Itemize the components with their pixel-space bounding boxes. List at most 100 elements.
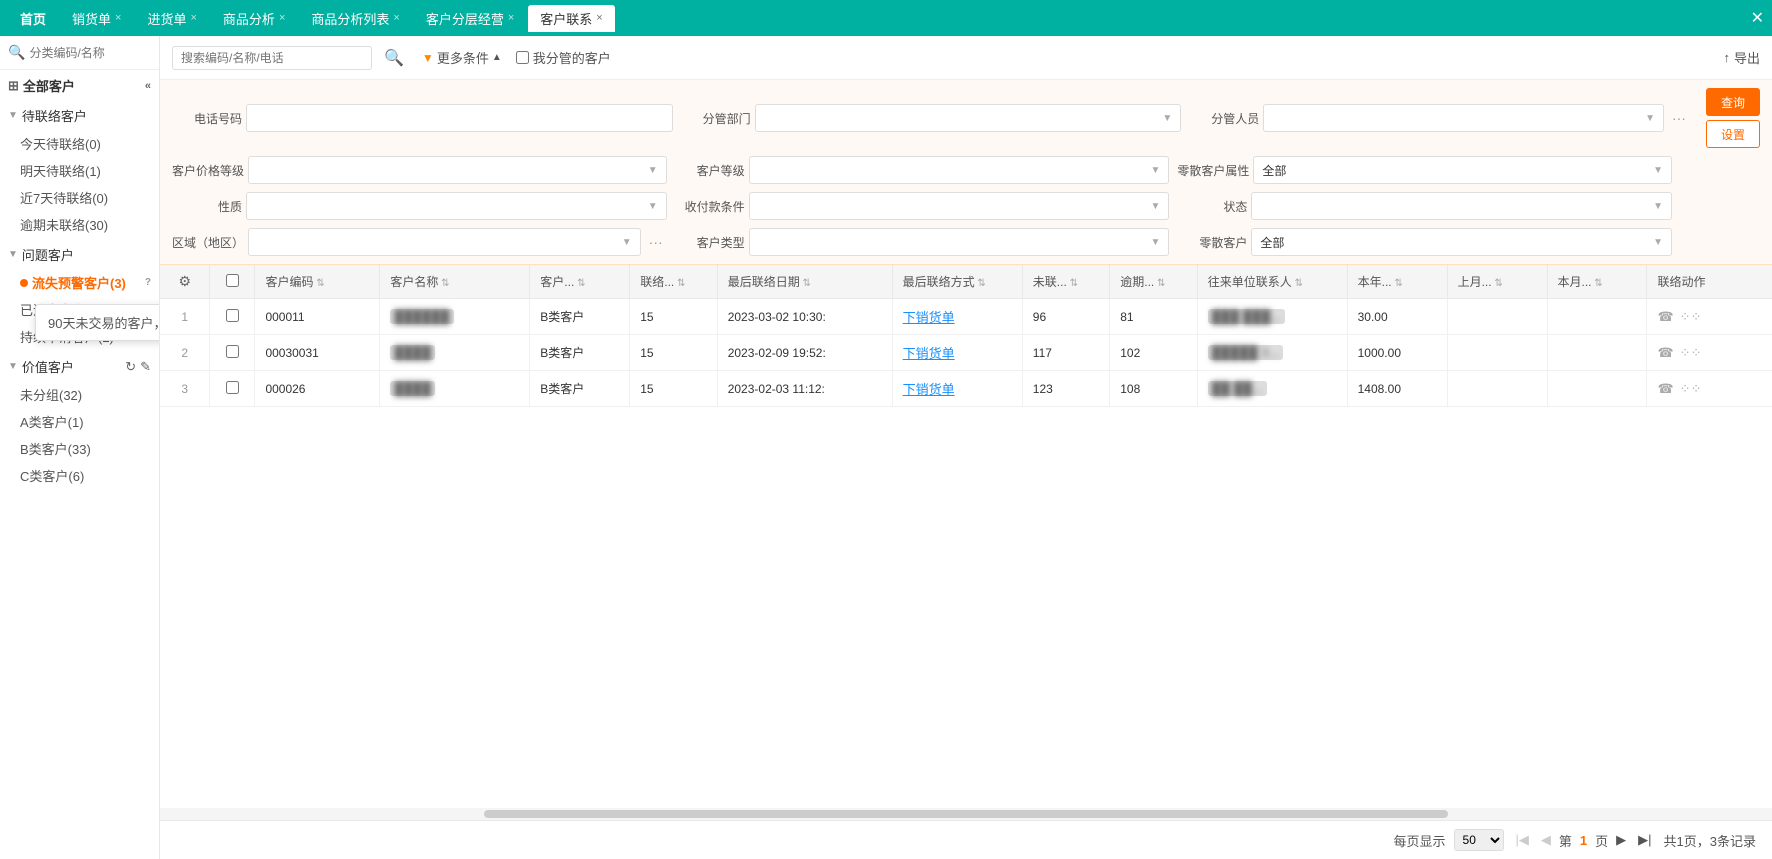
nav-tab-analysis[interactable]: 商品分析 ×	[211, 5, 297, 32]
sidebar-group-value-header[interactable]: ▼ 价值客户 ↻ ✎	[0, 352, 159, 381]
sidebar-item-ungroup[interactable]: 未分组(32)	[0, 381, 159, 408]
status-select[interactable]: ▼	[1251, 192, 1672, 220]
person-select[interactable]: ▼	[1263, 104, 1664, 132]
close-analysis-list-tab[interactable]: ×	[393, 12, 399, 24]
sidebar-item-tomorrow[interactable]: 明天待联络(1)	[0, 157, 159, 184]
last-page-button[interactable]: ▶|	[1634, 830, 1655, 850]
horizontal-scrollbar[interactable]	[160, 808, 1772, 820]
sidebar-search-input[interactable]	[29, 46, 160, 60]
close-purchase-tab[interactable]: ×	[190, 12, 196, 24]
nav-tab-customer-tier[interactable]: 客户分层经营 ×	[414, 5, 526, 32]
nav-tab-customer-contact[interactable]: 客户联系 ×	[528, 5, 614, 32]
action-more-icon-2[interactable]: ⁘⁘	[1680, 381, 1702, 397]
action-more-icon-0[interactable]: ⁘⁘	[1680, 309, 1702, 325]
more-filter-button[interactable]: ▼ 更多条件 ▲	[416, 44, 508, 71]
th-contact[interactable]: 联络...	[630, 265, 717, 299]
row-checkbox-2[interactable]	[226, 381, 239, 394]
th-last-contact-date[interactable]: 最后联络日期	[717, 265, 892, 299]
page-size-select[interactable]: 50 100 200	[1454, 829, 1504, 851]
th-this-month[interactable]: 本月...	[1547, 265, 1647, 299]
question-icon[interactable]: ?	[145, 277, 151, 288]
close-sales-tab[interactable]: ×	[115, 12, 121, 24]
first-page-button[interactable]: |◀	[1512, 830, 1533, 850]
cell-last-contact-way-0[interactable]: 下销货单	[892, 299, 1022, 335]
nav-tab-purchase[interactable]: 进货单 ×	[135, 5, 208, 32]
settings-button[interactable]: 设置	[1706, 120, 1760, 148]
sidebar-group-problem-header[interactable]: ▼ 问题客户	[0, 240, 159, 269]
th-last-month[interactable]: 上月...	[1447, 265, 1547, 299]
sidebar-item-overdue[interactable]: 逾期未联络(30)	[0, 211, 159, 238]
close-customer-tier-tab[interactable]: ×	[508, 12, 514, 24]
refresh-icon[interactable]: ↻	[125, 359, 136, 375]
nav-tab-analysis-list[interactable]: 商品分析列表 ×	[299, 5, 411, 32]
sidebar-item-week[interactable]: 近7天待联络(0)	[0, 184, 159, 211]
th-overdue[interactable]: 逾期...	[1110, 265, 1197, 299]
row-checkbox-1[interactable]	[226, 345, 239, 358]
cell-checkbox-2[interactable]	[210, 371, 255, 407]
action-contact-icon-1[interactable]: ☎	[1657, 345, 1673, 361]
sidebar-item-class-b[interactable]: B类客户(33)	[0, 435, 159, 462]
table-settings-icon[interactable]: ⚙	[178, 273, 191, 289]
action-contact-icon-2[interactable]: ☎	[1657, 381, 1673, 397]
cell-this-month-1	[1547, 335, 1647, 371]
filter-panel: 电话号码 分管部门 ▼ 分管人员 ▼ ···	[160, 80, 1772, 265]
price-level-select[interactable]: ▼	[248, 156, 667, 184]
nav-tab-home[interactable]: 首页	[8, 5, 58, 32]
nature-select[interactable]: ▼	[246, 192, 667, 220]
prev-page-button[interactable]: ◀	[1537, 830, 1555, 850]
retail-customer-select[interactable]: 全部 ▼	[1251, 228, 1672, 256]
person-dots-button[interactable]: ···	[1668, 110, 1690, 126]
select-all-checkbox[interactable]	[226, 274, 239, 287]
region-select[interactable]: ▼	[248, 228, 641, 256]
nav-tab-sales[interactable]: 销货单 ×	[60, 5, 133, 32]
th-this-year[interactable]: 本年...	[1347, 265, 1447, 299]
action-more-icon-1[interactable]: ⁘⁘	[1680, 345, 1702, 361]
close-customer-contact-tab[interactable]: ×	[596, 12, 602, 24]
retail-attr-select[interactable]: 全部 ▼	[1253, 156, 1672, 184]
dept-select[interactable]: ▼	[755, 104, 1182, 132]
my-customers-checkbox[interactable]	[516, 51, 529, 64]
my-customers-checkbox-label[interactable]: 我分管的客户	[516, 48, 611, 67]
cell-last-contact-way-2[interactable]: 下销货单	[892, 371, 1022, 407]
th-settings[interactable]: ⚙	[160, 265, 210, 299]
sidebar-item-class-c[interactable]: C类客户(6)	[0, 462, 159, 489]
sidebar-collapse-icon[interactable]: «	[145, 80, 151, 92]
phone-label: 电话号码	[172, 110, 242, 127]
th-not-contact[interactable]: 未联...	[1022, 265, 1109, 299]
main-search-input[interactable]	[172, 46, 372, 70]
edit-icon[interactable]: ✎	[140, 359, 151, 375]
query-button[interactable]: 查询	[1706, 88, 1760, 116]
phone-input[interactable]	[246, 104, 673, 132]
region-dots-button[interactable]: ···	[645, 234, 667, 250]
dept-label: 分管部门	[681, 110, 751, 127]
close-all-tabs-button[interactable]: ✕	[1751, 8, 1764, 28]
th-unit-contact[interactable]: 往来单位联系人	[1197, 265, 1347, 299]
sidebar-all-customers[interactable]: ⊞ 全部客户 «	[0, 70, 159, 101]
row-checkbox-0[interactable]	[226, 309, 239, 322]
sidebar-group-pending-header[interactable]: ▼ 待联络客户	[0, 101, 159, 130]
export-button[interactable]: ↑ 导出	[1723, 48, 1760, 67]
next-page-button[interactable]: ▶	[1612, 830, 1630, 850]
action-contact-icon-0[interactable]: ☎	[1657, 309, 1673, 325]
sidebar-item-class-a[interactable]: A类客户(1)	[0, 408, 159, 435]
cell-checkbox-1[interactable]	[210, 335, 255, 371]
sidebar-item-churn-warning[interactable]: 流失预警客户(3) ?	[0, 269, 159, 296]
cell-last-contact-date-2: 2023-02-03 11:12:	[717, 371, 892, 407]
cell-last-contact-way-1[interactable]: 下销货单	[892, 335, 1022, 371]
th-name[interactable]: 客户名称	[380, 265, 530, 299]
cell-checkbox-0[interactable]	[210, 299, 255, 335]
sidebar-item-today[interactable]: 今天待联络(0)	[0, 130, 159, 157]
th-last-contact-way[interactable]: 最后联络方式	[892, 265, 1022, 299]
th-customer-type[interactable]: 客户...	[530, 265, 630, 299]
payment-select[interactable]: ▼	[749, 192, 1170, 220]
th-code[interactable]: 客户编码	[255, 265, 380, 299]
customer-level-select[interactable]: ▼	[749, 156, 1170, 184]
nature-label: 性质	[172, 198, 242, 215]
th-checkbox[interactable]	[210, 265, 255, 299]
scrollbar-thumb[interactable]	[484, 810, 1449, 818]
main-search-button[interactable]: 🔍	[380, 46, 408, 70]
cell-contact-1: 15	[630, 335, 717, 371]
filter-field-nature: 性质 ▼	[172, 192, 667, 220]
customer-type-select[interactable]: ▼	[749, 228, 1170, 256]
close-analysis-tab[interactable]: ×	[279, 12, 285, 24]
